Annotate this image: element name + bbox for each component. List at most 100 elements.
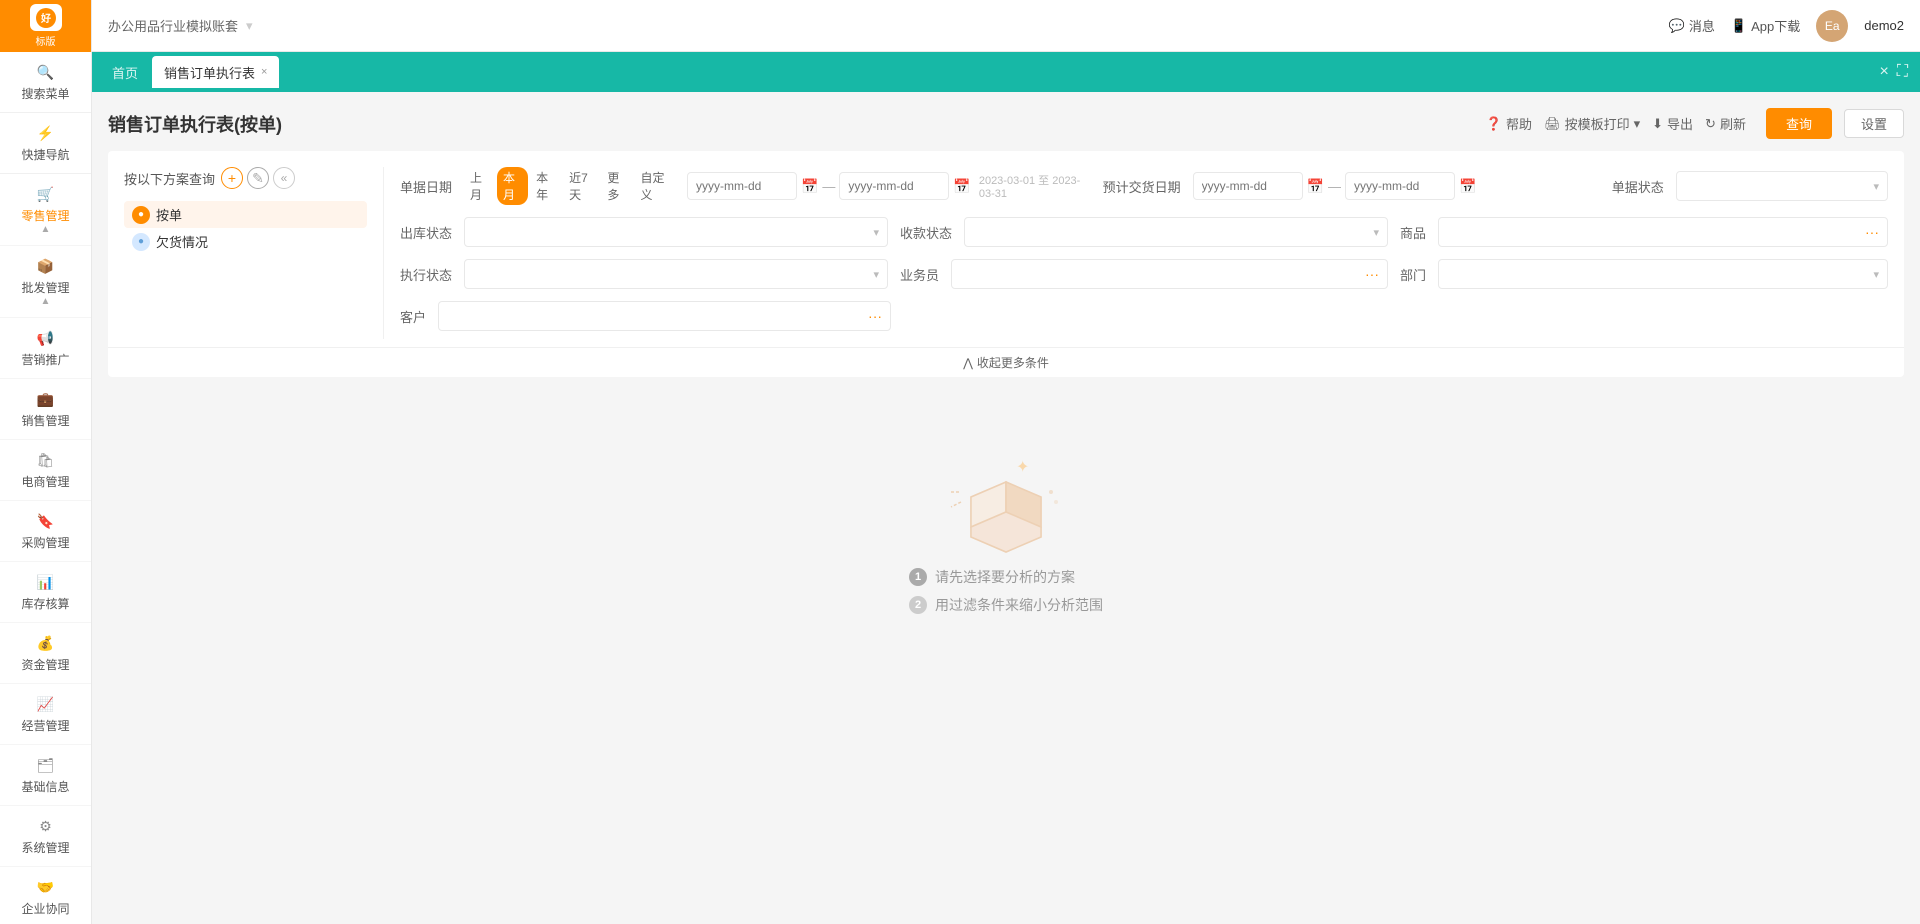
add-scheme-icon: + [228, 170, 236, 186]
sidebar-item-system[interactable]: ⚙ 系统管理 [0, 806, 91, 867]
finance-label: 资金管理 [21, 656, 69, 673]
print-arrow-icon: ▾ [1634, 116, 1641, 132]
salesman-dots[interactable]: ··· [1365, 266, 1379, 282]
refresh-btn[interactable]: ↻ 刷新 [1705, 114, 1746, 133]
goods-dots[interactable]: ··· [1865, 224, 1879, 240]
date-to-cal-icon[interactable]: 📅 [953, 178, 970, 195]
expected-date-from-cal-icon[interactable]: 📅 [1307, 178, 1324, 195]
date-last-month-btn[interactable]: 上月 [464, 167, 495, 205]
tab-home-label: 首页 [112, 63, 138, 82]
sidebar-item-wholesale[interactable]: 📦 批发管理 ▲ [0, 246, 91, 318]
payment-status-arrow: ▾ [1373, 226, 1379, 239]
tab-active-label: 销售订单执行表 [164, 63, 255, 82]
sidebar-item-marketing[interactable]: 📢 营销推广 [0, 318, 91, 379]
breadcrumb-dropdown-icon[interactable]: ▾ [246, 18, 253, 34]
date-to-input[interactable] [839, 172, 949, 200]
retail-arrow: ▲ [41, 224, 51, 235]
customer-select[interactable]: ··· [438, 301, 891, 331]
sidebar-item-retail[interactable]: 🛒 零售管理 ▲ [0, 174, 91, 246]
export-label: 导出 [1667, 114, 1693, 133]
salesman-group: 业务员 ··· [900, 259, 1388, 289]
print-icon: 🖨 [1544, 116, 1561, 132]
sidebar-item-purchase[interactable]: 🔖 采购管理 [0, 501, 91, 562]
date-label: 单据日期 [400, 177, 460, 196]
username[interactable]: demo2 [1864, 18, 1904, 33]
date-this-year-btn[interactable]: 本年 [530, 167, 561, 205]
collapse-bar: ⋀ 收起更多条件 [108, 347, 1904, 377]
add-scheme-btn[interactable]: + [221, 167, 243, 189]
sidebar-item-inventory[interactable]: 📊 库存核算 [0, 562, 91, 623]
tab-home[interactable]: 首页 [100, 56, 150, 88]
download-icon: 📱 [1731, 18, 1747, 34]
collapse-up-icon: ⋀ [963, 356, 973, 370]
scheme-item-1[interactable]: ● 欠货情况 [124, 228, 367, 255]
expected-date-to-input[interactable] [1345, 172, 1455, 200]
page-title-bar: 销售订单执行表(按单) ❓ 帮助 🖨 按模板打印 ▾ ⬇ 导出 ↻ 刷新 [108, 108, 1904, 139]
date-from-cal-icon[interactable]: 📅 [801, 178, 818, 195]
empty-tip-2: 2 用过滤条件来缩小分析范围 [909, 595, 1103, 615]
print-btn[interactable]: 🖨 按模板打印 ▾ [1544, 114, 1640, 133]
customer-label: 客户 [400, 307, 434, 326]
tab-minimize-btn[interactable]: × [1879, 63, 1888, 81]
query-button[interactable]: 查询 [1766, 108, 1832, 139]
exec-status-arrow: ▾ [873, 268, 879, 281]
user-avatar[interactable]: Ea [1816, 10, 1848, 42]
main-area: 办公用品行业模拟账套 ▾ 💬 消息 📱 App下载 Ea demo2 首页 销售… [92, 0, 1920, 924]
salesman-select[interactable]: ··· [951, 259, 1388, 289]
tab-sales-order[interactable]: 销售订单执行表 × [152, 56, 279, 88]
expected-date-to-cal-icon[interactable]: 📅 [1459, 178, 1476, 195]
collapse-scheme-btn[interactable]: « [273, 167, 295, 189]
sidebar-item-sales[interactable]: 💼 销售管理 [0, 379, 91, 440]
scheme-item-0[interactable]: ● 按单 [124, 201, 367, 228]
help-btn[interactable]: ❓ 帮助 [1486, 114, 1532, 133]
enterprise-label: 企业协同 [21, 900, 69, 917]
enterprise-icon: 🤝 [36, 877, 56, 897]
message-btn[interactable]: 💬 消息 [1669, 16, 1715, 35]
app-download-label: App下载 [1751, 16, 1800, 35]
date-from-input[interactable] [687, 172, 797, 200]
payment-status-select[interactable]: ▾ [964, 217, 1388, 247]
avatar-text: Ea [1825, 19, 1840, 33]
exec-status-select[interactable]: ▾ [464, 259, 888, 289]
customer-dots[interactable]: ··· [868, 308, 882, 324]
date-more-btn[interactable]: 更多 [601, 167, 632, 205]
sidebar-search-section[interactable]: 🔍 搜索菜单 [0, 52, 91, 113]
filter-row-1: 单据日期 上月 本月 本年 近7天 更多 自定义 � [400, 167, 1888, 205]
sidebar-item-enterprise[interactable]: 🤝 企业协同 [0, 867, 91, 924]
sidebar-item-base[interactable]: 🗂 基础信息 [0, 745, 91, 806]
dept-select[interactable]: ▾ [1438, 259, 1888, 289]
sidebar-item-ecommerce[interactable]: 🛍 电商管理 [0, 440, 91, 501]
sidebar-quick-nav[interactable]: ⚡ 快捷导航 [0, 113, 91, 174]
wholesale-arrow: ▲ [41, 296, 51, 307]
message-icon: 💬 [1669, 18, 1685, 34]
app-download-btn[interactable]: 📱 App下载 [1731, 16, 1800, 35]
goods-group: 商品 ··· [1400, 217, 1888, 247]
operations-icon: 📈 [36, 694, 56, 714]
print-label: 按模板打印 [1565, 114, 1630, 133]
doc-status-arrow: ▾ [1873, 180, 1879, 193]
sidebar-item-finance[interactable]: 💰 资金管理 [0, 623, 91, 684]
collapse-more-btn[interactable]: ⋀ 收起更多条件 [963, 354, 1049, 371]
scheme-label-1: 欠货情况 [156, 232, 208, 251]
top-header: 办公用品行业模拟账套 ▾ 💬 消息 📱 App下载 Ea demo2 [92, 0, 1920, 52]
ship-status-select[interactable]: ▾ [464, 217, 888, 247]
doc-status-select[interactable]: ▾ [1676, 171, 1888, 201]
doc-status-label: 单据状态 [1612, 177, 1672, 196]
export-btn[interactable]: ⬇ 导出 [1652, 114, 1693, 133]
date-this-month-btn[interactable]: 本月 [497, 167, 528, 205]
tab-maximize-btn[interactable]: ⛶ [1897, 63, 1908, 81]
date-7days-btn[interactable]: 近7天 [563, 167, 599, 205]
settings-button[interactable]: 设置 [1844, 109, 1904, 138]
expected-date-from-input[interactable] [1193, 172, 1303, 200]
wholesale-label: 批发管理 [21, 279, 69, 296]
date-custom-btn[interactable]: 自定义 [634, 167, 675, 205]
tab-close-icon[interactable]: × [261, 66, 267, 78]
sidebar-item-operations[interactable]: 📈 经营管理 [0, 684, 91, 745]
help-label: 帮助 [1506, 114, 1532, 133]
empty-tips: 1 请先选择要分析的方案 2 用过滤条件来缩小分析范围 [909, 567, 1103, 615]
sales-icon: 💼 [36, 389, 56, 409]
edit-scheme-btn[interactable]: ✎ [247, 167, 269, 189]
tab-bar-actions: × ⛶ [1879, 63, 1908, 81]
goods-select[interactable]: ··· [1438, 217, 1888, 247]
tip-num-1: 1 [909, 568, 927, 586]
